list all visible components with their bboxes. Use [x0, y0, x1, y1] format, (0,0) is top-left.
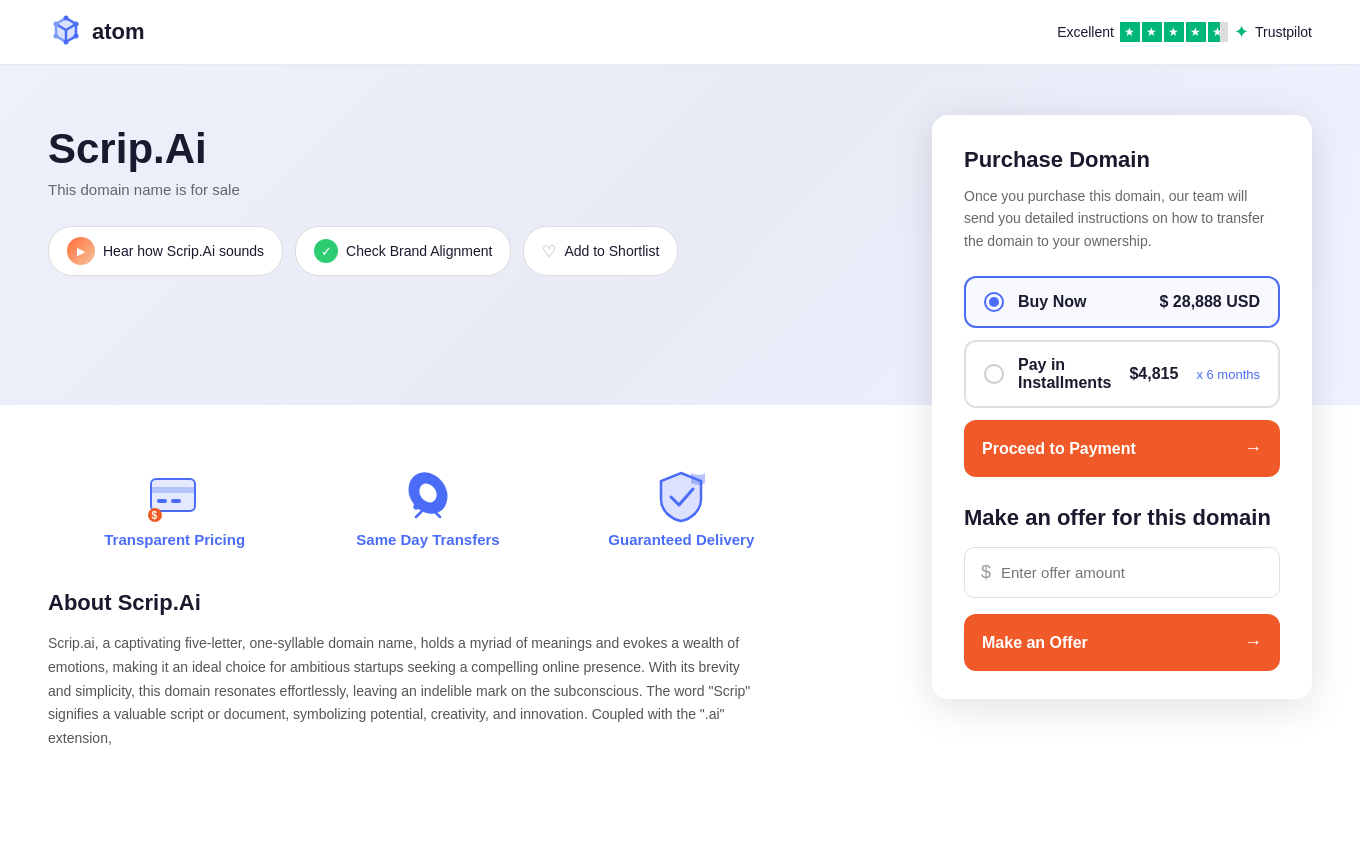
- header: atom Excellent ★ ★ ★ ★ ★ ✦ Trustpilot: [0, 0, 1360, 65]
- proceed-arrow-icon: →: [1244, 438, 1262, 459]
- feature-guaranteed: Guaranteed Delivery: [555, 445, 808, 570]
- proceed-button[interactable]: Proceed to Payment →: [964, 420, 1280, 477]
- domain-title: Scrip.Ai: [48, 125, 808, 173]
- star-4: ★: [1186, 22, 1206, 42]
- rocket-icon: [396, 465, 460, 529]
- logo-icon: [48, 14, 84, 50]
- billing-icon: $: [143, 465, 207, 529]
- star-3: ★: [1164, 22, 1184, 42]
- offer-btn-label: Make an Offer: [982, 634, 1088, 652]
- hear-label: Hear how Scrip.Ai sounds: [103, 243, 264, 259]
- installments-option[interactable]: Pay in Installments $4,815 x 6 months: [964, 340, 1280, 408]
- feature-transparent-pricing: $ Transparent Pricing: [48, 445, 301, 570]
- check-icon: ✓: [314, 239, 338, 263]
- trustpilot-badge: Excellent ★ ★ ★ ★ ★ ✦ Trustpilot: [1057, 21, 1312, 43]
- buy-now-label: Buy Now: [1018, 293, 1145, 311]
- installments-radio: [984, 364, 1004, 384]
- check-brand-button[interactable]: ✓ Check Brand Alignment: [295, 226, 511, 276]
- heart-icon: ♡: [542, 242, 556, 261]
- feature-1-title: Transparent Pricing: [104, 529, 245, 550]
- buy-now-radio: [984, 292, 1004, 312]
- shortlist-label: Add to Shortlist: [564, 243, 659, 259]
- svg-rect-6: [151, 479, 195, 511]
- about-title: About Scrip.Ai: [48, 590, 752, 616]
- make-offer-button[interactable]: Make an Offer →: [964, 614, 1280, 671]
- hero-section: Scrip.Ai This domain name is for sale ▶ …: [0, 65, 1360, 405]
- svg-text:$: $: [151, 510, 157, 521]
- purchase-title: Purchase Domain: [964, 147, 1280, 173]
- offer-arrow-icon: →: [1244, 632, 1262, 653]
- hero-actions: ▶ Hear how Scrip.Ai sounds ✓ Check Brand…: [48, 226, 808, 276]
- logo-text: atom: [92, 19, 145, 45]
- trustpilot-stars: ★ ★ ★ ★ ★: [1120, 22, 1228, 42]
- star-2: ★: [1142, 22, 1162, 42]
- hear-button[interactable]: ▶ Hear how Scrip.Ai sounds: [48, 226, 283, 276]
- trustpilot-name: Trustpilot: [1255, 24, 1312, 40]
- shortlist-button[interactable]: ♡ Add to Shortlist: [523, 226, 678, 276]
- feature-3-title: Guaranteed Delivery: [608, 529, 754, 550]
- offer-title: Make an offer for this domain: [964, 505, 1280, 531]
- svg-point-2: [74, 22, 79, 27]
- logo[interactable]: atom: [48, 14, 145, 50]
- about-section: About Scrip.Ai Scrip.ai, a captivating f…: [0, 590, 800, 801]
- star-5: ★: [1208, 22, 1228, 42]
- svg-rect-10: [171, 499, 181, 503]
- star-1: ★: [1120, 22, 1140, 42]
- svg-rect-8: [151, 487, 195, 493]
- domain-subtitle: This domain name is for sale: [48, 181, 808, 198]
- svg-point-3: [54, 34, 59, 39]
- installments-months: x 6 months: [1196, 367, 1260, 382]
- proceed-label: Proceed to Payment: [982, 440, 1136, 458]
- svg-point-0: [64, 16, 69, 21]
- dollar-icon: $: [981, 562, 991, 583]
- trustpilot-rating: Excellent: [1057, 24, 1114, 40]
- feature-same-day: Same Day Transfers: [301, 445, 554, 570]
- installments-price: $4,815: [1129, 365, 1178, 383]
- play-icon: ▶: [67, 237, 95, 265]
- purchase-card: Purchase Domain Once you purchase this d…: [932, 115, 1312, 699]
- tp-logo-star: ✦: [1234, 21, 1249, 43]
- offer-input[interactable]: [1001, 564, 1263, 581]
- buy-now-option[interactable]: Buy Now $ 28,888 USD: [964, 276, 1280, 328]
- svg-point-4: [74, 34, 79, 39]
- svg-point-1: [54, 22, 59, 27]
- features-list: $ Transparent Pricing Same Day Transfers: [48, 445, 808, 570]
- buy-now-price: $ 28,888 USD: [1159, 293, 1260, 311]
- feature-2-title: Same Day Transfers: [356, 529, 499, 550]
- purchase-description: Once you purchase this domain, our team …: [964, 185, 1280, 252]
- svg-point-5: [64, 40, 69, 45]
- about-text: Scrip.ai, a captivating five-letter, one…: [48, 632, 752, 751]
- check-label: Check Brand Alignment: [346, 243, 492, 259]
- svg-rect-9: [157, 499, 167, 503]
- offer-input-wrap: $: [964, 547, 1280, 598]
- shield-icon: [649, 465, 713, 529]
- installments-label: Pay in Installments: [1018, 356, 1115, 392]
